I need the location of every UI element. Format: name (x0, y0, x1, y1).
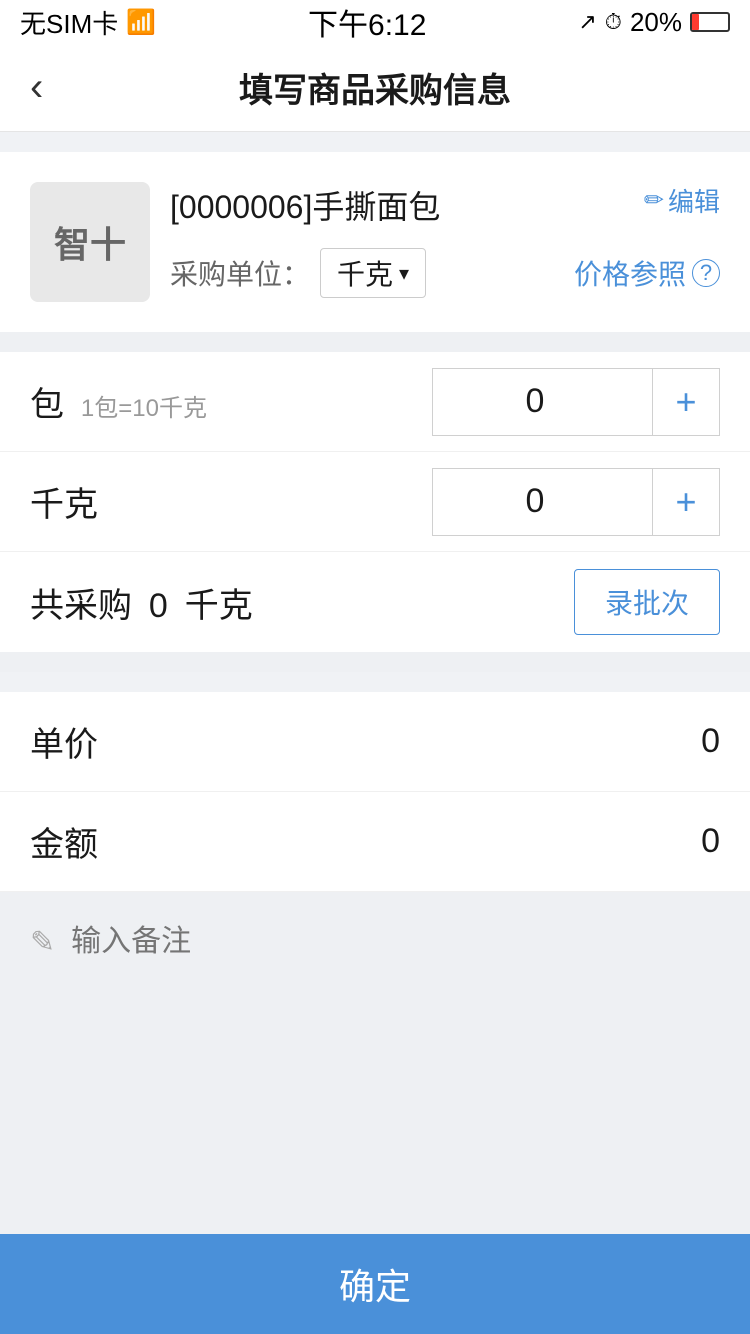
page-title: 填写商品采购信息 (239, 63, 511, 112)
package-label: 包 (30, 386, 64, 424)
confirm-button[interactable]: 确定 (0, 1234, 750, 1334)
package-row: 包 1包=10千克 + (0, 352, 750, 452)
package-label-group: 包 1包=10千克 (30, 377, 207, 426)
section-divider-1 (0, 332, 750, 352)
carrier-text: 无SIM卡 (20, 4, 118, 41)
unit-value: 千克 (337, 253, 393, 293)
product-name: [0000006]手撕面包 (170, 182, 440, 228)
unit-label: 采购单位： 千克 ▾ (170, 248, 426, 298)
kg-input[interactable] (432, 468, 652, 536)
package-plus-button[interactable]: + (652, 368, 720, 436)
chevron-down-icon: ▾ (399, 261, 409, 286)
edit-icon: ✏ (644, 186, 664, 215)
kg-row: 千克 + (0, 452, 750, 552)
unit-price-label: 单价 (30, 717, 98, 766)
unit-price-value: 0 (701, 722, 720, 761)
wifi-icon: 📶 (126, 8, 156, 37)
kg-plus-button[interactable]: + (652, 468, 720, 536)
summary-amount: 0 (149, 587, 168, 625)
unit-price-row: 单价 0 (0, 692, 750, 792)
kg-input-control: + (432, 468, 720, 536)
location-icon: ↗ (578, 9, 596, 35)
price-ref-button[interactable]: 价格参照 ? (574, 253, 720, 293)
kg-label: 千克 (30, 477, 98, 526)
info-icon: ? (692, 259, 720, 287)
package-input-control: + (432, 368, 720, 436)
summary-row: 共采购 0 千克 录批次 (0, 552, 750, 652)
batch-button[interactable]: 录批次 (574, 569, 720, 635)
amount-label: 金额 (30, 817, 98, 866)
battery-icon (690, 12, 730, 32)
alarm-icon: ⏱ (605, 9, 622, 35)
edit-label: 编辑 (668, 182, 720, 219)
product-logo: 智十 (54, 216, 126, 268)
price-section: 单价 0 金额 0 (0, 692, 750, 892)
unit-select[interactable]: 千克 ▾ (320, 248, 426, 298)
back-button[interactable]: ‹ (30, 65, 43, 110)
amount-value: 0 (701, 822, 720, 861)
amount-row: 金额 0 (0, 792, 750, 892)
product-info: [0000006]手撕面包 ✏ 编辑 采购单位： 千克 ▾ 价格参照 ? (170, 182, 720, 298)
status-time: 下午6:12 (308, 0, 426, 44)
input-section: 包 1包=10千克 + 千克 + 共采购 0 千克 录批次 (0, 352, 750, 652)
product-unit-row: 采购单位： 千克 ▾ 价格参照 ? (170, 248, 720, 298)
product-card: 智十 [0000006]手撕面包 ✏ 编辑 采购单位： 千克 ▾ 价格参照 ? (0, 152, 750, 332)
status-bar: 无SIM卡 📶 下午6:12 ↗ ⏱ 20% (0, 0, 750, 44)
status-right: ↗ ⏱ 20% (578, 7, 730, 38)
section-divider-2 (0, 652, 750, 672)
nav-bar: ‹ 填写商品采购信息 (0, 44, 750, 132)
summary-prefix: 共采购 (30, 587, 132, 625)
summary-unit: 千克 (185, 587, 253, 625)
battery-percent: 20% (630, 7, 682, 38)
price-ref-label: 价格参照 (574, 253, 686, 293)
unit-label-text: 采购单位： (170, 253, 310, 293)
summary-text-group: 共采购 0 千克 (30, 578, 253, 627)
pencil-icon: ✎ (30, 925, 55, 960)
status-left: 无SIM卡 📶 (20, 4, 156, 41)
product-image: 智十 (30, 182, 150, 302)
edit-button[interactable]: ✏ 编辑 (644, 182, 720, 219)
note-section: ✎ (0, 892, 750, 992)
package-input[interactable] (432, 368, 652, 436)
product-header: [0000006]手撕面包 ✏ 编辑 (170, 182, 720, 228)
package-sub: 1包=10千克 (81, 395, 207, 422)
note-input[interactable] (71, 925, 720, 959)
